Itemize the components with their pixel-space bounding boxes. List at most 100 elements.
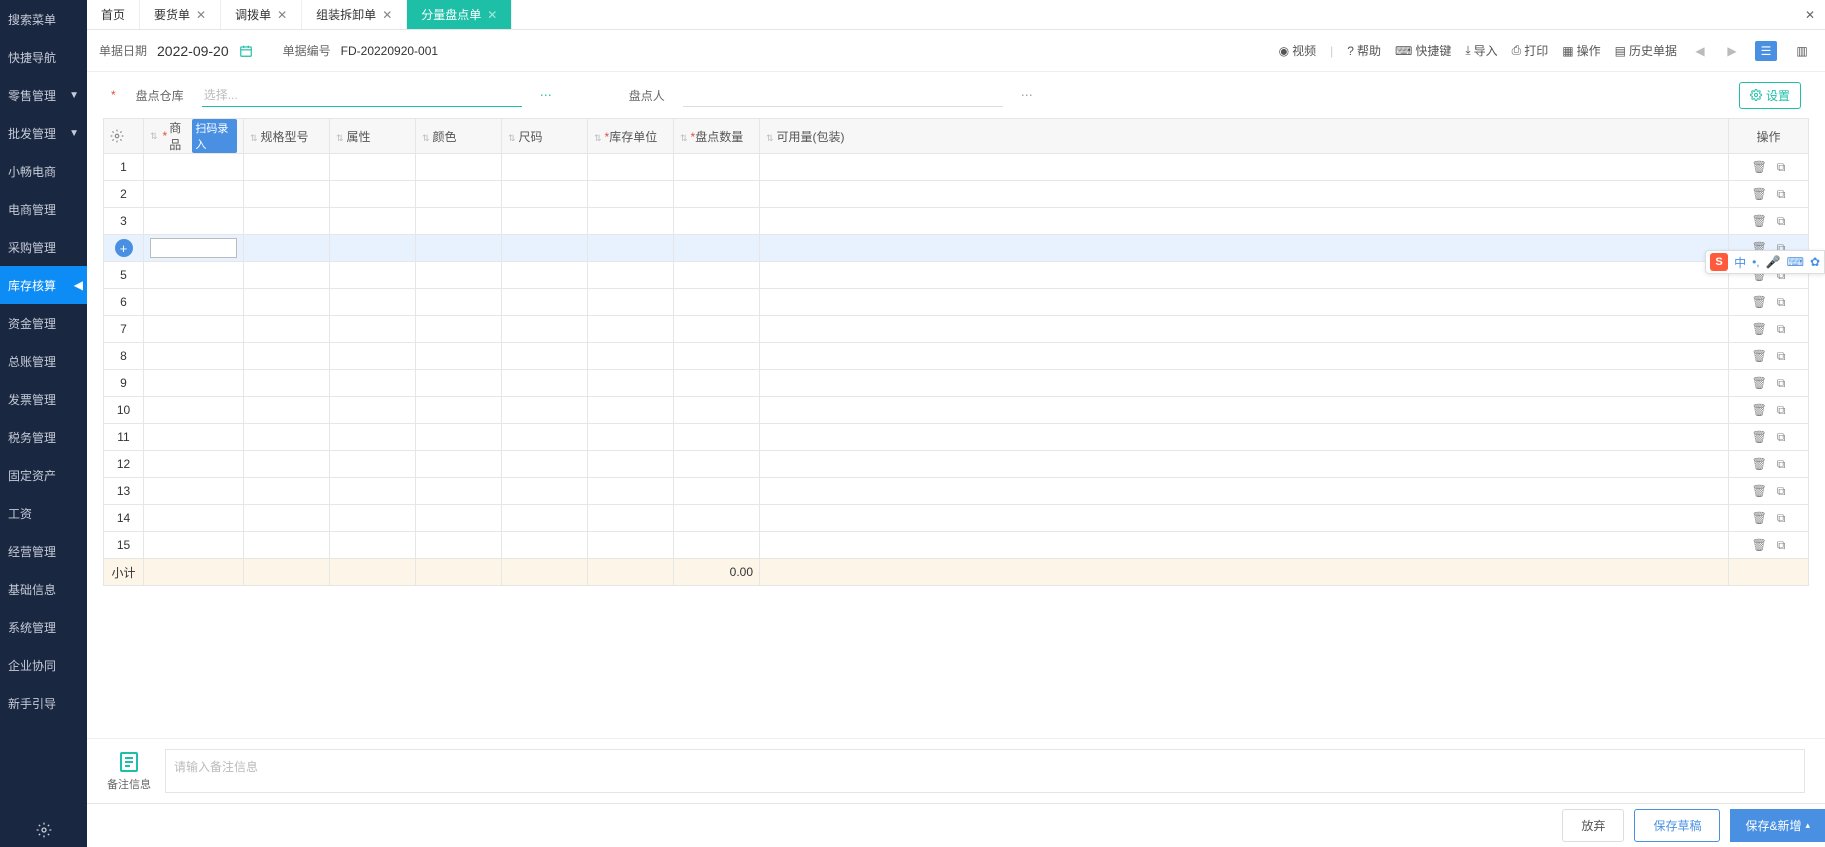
table-row[interactable]: 11🗑⧉: [104, 424, 1809, 451]
prev-doc-button[interactable]: ◀: [1691, 42, 1709, 60]
view-grid-button[interactable]: ▥: [1791, 41, 1813, 61]
close-all-tabs[interactable]: ✕: [1795, 0, 1825, 29]
tab-2[interactable]: 调拨单✕: [221, 0, 302, 29]
sidebar-item-12[interactable]: 固定资产: [0, 456, 87, 494]
warehouse-input[interactable]: [202, 84, 522, 107]
delete-row-icon[interactable]: 🗑: [1752, 511, 1767, 526]
ime-mic-icon[interactable]: 🎤: [1766, 255, 1781, 269]
col-qty[interactable]: ⇅*盘点数量: [674, 119, 760, 154]
col-size[interactable]: ⇅尺码: [502, 119, 588, 154]
settings-button[interactable]: 设置: [1739, 82, 1801, 109]
doc-date-value[interactable]: 2022-09-20: [157, 43, 229, 59]
discard-button[interactable]: 放弃: [1562, 809, 1624, 842]
table-row[interactable]: 13🗑⧉: [104, 478, 1809, 505]
col-attr[interactable]: ⇅属性: [330, 119, 416, 154]
table-row[interactable]: 3🗑⧉: [104, 208, 1809, 235]
ime-punct-icon[interactable]: •,: [1752, 255, 1760, 269]
table-row[interactable]: 5🗑⧉: [104, 262, 1809, 289]
help-button[interactable]: ? 帮助: [1347, 42, 1381, 59]
shortcut-button[interactable]: ⌨ 快捷键: [1395, 42, 1451, 59]
copy-row-icon[interactable]: ⧉: [1777, 187, 1786, 202]
sidebar-item-18[interactable]: 新手引导: [0, 684, 87, 722]
table-row[interactable]: 12🗑⧉: [104, 451, 1809, 478]
table-row[interactable]: 2🗑⧉: [104, 181, 1809, 208]
col-spec[interactable]: ⇅规格型号: [244, 119, 330, 154]
sidebar-item-11[interactable]: 税务管理: [0, 418, 87, 456]
next-doc-button[interactable]: ▶: [1723, 42, 1741, 60]
copy-row-icon[interactable]: ⧉: [1777, 457, 1786, 472]
save-new-button[interactable]: 保存&新增▴: [1730, 809, 1825, 842]
sidebar-item-8[interactable]: 资金管理: [0, 304, 87, 342]
column-settings[interactable]: [104, 119, 144, 154]
sidebar-item-4[interactable]: 小畅电商: [0, 152, 87, 190]
table-row[interactable]: 14🗑⧉: [104, 505, 1809, 532]
sidebar-item-0[interactable]: 搜索菜单: [0, 0, 87, 38]
video-button[interactable]: ◉ 视频: [1279, 42, 1317, 59]
delete-row-icon[interactable]: 🗑: [1752, 484, 1767, 499]
copy-row-icon[interactable]: ⧉: [1777, 430, 1786, 445]
sidebar-item-3[interactable]: 批发管理▼: [0, 114, 87, 152]
print-button[interactable]: ⎙ 打印: [1512, 42, 1549, 59]
tab-close-icon[interactable]: ✕: [277, 8, 287, 22]
col-product[interactable]: ⇅*商品扫码录入: [144, 119, 244, 154]
delete-row-icon[interactable]: 🗑: [1752, 538, 1767, 553]
sidebar-item-6[interactable]: 采购管理: [0, 228, 87, 266]
delete-row-icon[interactable]: 🗑: [1752, 322, 1767, 337]
copy-row-icon[interactable]: ⧉: [1777, 349, 1786, 364]
delete-row-icon[interactable]: 🗑: [1752, 160, 1767, 175]
warehouse-picker-icon[interactable]: ⋯: [540, 88, 553, 102]
sidebar-item-17[interactable]: 企业协同: [0, 646, 87, 684]
table-row[interactable]: 15🗑⧉: [104, 532, 1809, 559]
view-list-button[interactable]: ☰: [1755, 41, 1777, 61]
save-draft-button[interactable]: 保存草稿: [1634, 809, 1720, 842]
table-row[interactable]: 7🗑⧉: [104, 316, 1809, 343]
product-cell-input[interactable]: [150, 238, 237, 258]
table-row[interactable]: 6🗑⧉: [104, 289, 1809, 316]
tab-0[interactable]: 首页: [87, 0, 140, 29]
table-row[interactable]: 1🗑⧉: [104, 154, 1809, 181]
sidebar-item-7[interactable]: 库存核算◀: [0, 266, 87, 304]
sidebar-item-14[interactable]: 经营管理: [0, 532, 87, 570]
delete-row-icon[interactable]: 🗑: [1752, 214, 1767, 229]
ime-floating-bar[interactable]: S 中 •, 🎤 ⌨ ✿: [1705, 250, 1825, 274]
copy-row-icon[interactable]: ⧉: [1777, 511, 1786, 526]
sidebar-item-5[interactable]: 电商管理: [0, 190, 87, 228]
delete-row-icon[interactable]: 🗑: [1752, 430, 1767, 445]
sidebar-item-2[interactable]: 零售管理▼: [0, 76, 87, 114]
delete-row-icon[interactable]: 🗑: [1752, 457, 1767, 472]
sidebar-item-13[interactable]: 工资: [0, 494, 87, 532]
tab-close-icon[interactable]: ✕: [382, 8, 392, 22]
col-color[interactable]: ⇅颜色: [416, 119, 502, 154]
tab-1[interactable]: 要货单✕: [140, 0, 221, 29]
delete-row-icon[interactable]: 🗑: [1752, 295, 1767, 310]
sidebar-item-1[interactable]: 快捷导航: [0, 38, 87, 76]
add-row-icon[interactable]: +: [115, 239, 133, 257]
tab-3[interactable]: 组装拆卸单✕: [302, 0, 407, 29]
tab-close-icon[interactable]: ✕: [487, 8, 497, 22]
copy-row-icon[interactable]: ⧉: [1777, 160, 1786, 175]
col-avail[interactable]: ⇅可用量(包装): [760, 119, 1729, 154]
calendar-icon[interactable]: [239, 44, 253, 58]
copy-row-icon[interactable]: ⧉: [1777, 214, 1786, 229]
delete-row-icon[interactable]: 🗑: [1752, 403, 1767, 418]
copy-row-icon[interactable]: ⧉: [1777, 376, 1786, 391]
table-row[interactable]: 9🗑⧉: [104, 370, 1809, 397]
sidebar-item-10[interactable]: 发票管理: [0, 380, 87, 418]
ime-lang[interactable]: 中: [1734, 254, 1746, 271]
remark-input[interactable]: [165, 749, 1805, 793]
operate-button[interactable]: ▦ 操作: [1562, 42, 1600, 59]
table-row[interactable]: 10🗑⧉: [104, 397, 1809, 424]
history-button[interactable]: ▤ 历史单据: [1615, 42, 1677, 59]
delete-row-icon[interactable]: 🗑: [1752, 376, 1767, 391]
copy-row-icon[interactable]: ⧉: [1777, 403, 1786, 418]
delete-row-icon[interactable]: 🗑: [1752, 349, 1767, 364]
copy-row-icon[interactable]: ⧉: [1777, 484, 1786, 499]
ime-keyboard-icon[interactable]: ⌨: [1787, 255, 1804, 269]
sidebar-settings[interactable]: [0, 813, 87, 847]
delete-row-icon[interactable]: 🗑: [1752, 187, 1767, 202]
sidebar-item-16[interactable]: 系统管理: [0, 608, 87, 646]
copy-row-icon[interactable]: ⧉: [1777, 322, 1786, 337]
sidebar-item-15[interactable]: 基础信息: [0, 570, 87, 608]
copy-row-icon[interactable]: ⧉: [1777, 538, 1786, 553]
table-row[interactable]: 8🗑⧉: [104, 343, 1809, 370]
